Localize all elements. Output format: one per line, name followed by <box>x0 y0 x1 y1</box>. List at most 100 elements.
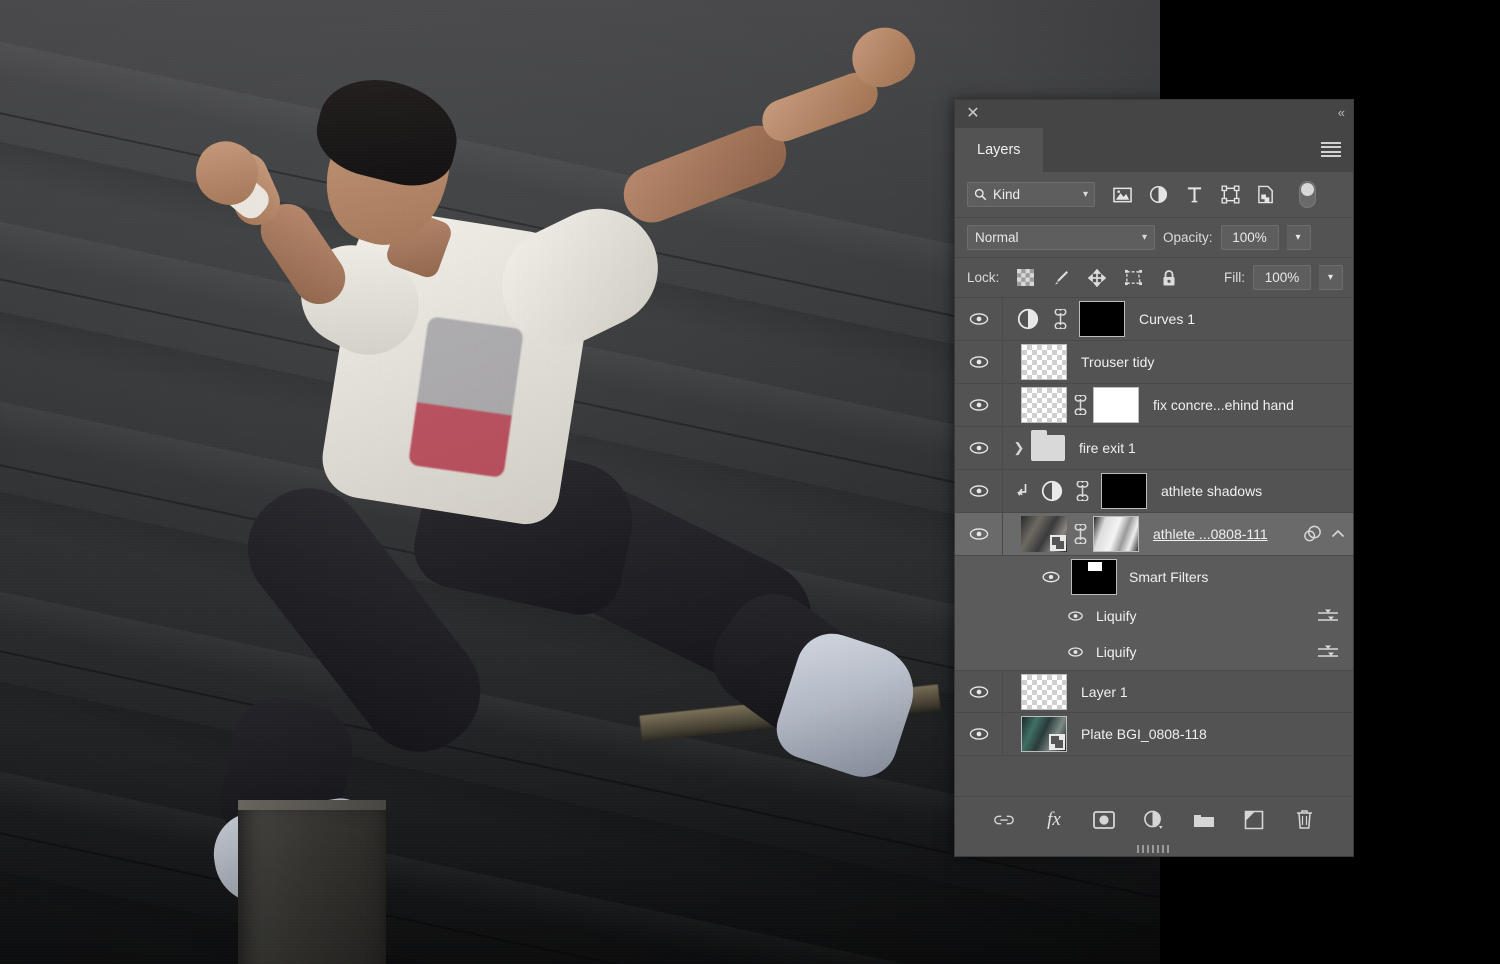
smart-filter-visibility-toggle[interactable] <box>1067 610 1084 622</box>
folder-icon <box>1031 430 1065 461</box>
filter-kind-select[interactable]: Kind ▾ <box>967 182 1095 207</box>
layer-style-fx-button[interactable]: fx <box>1042 808 1066 832</box>
eye-icon <box>1068 647 1083 657</box>
layer-name[interactable]: Layer 1 <box>1081 684 1128 700</box>
layer-thumbnail[interactable] <box>1021 344 1067 380</box>
link-mask-icon[interactable] <box>1073 481 1091 501</box>
blend-mode-value: Normal <box>975 230 1019 245</box>
smart-object-filter-icon[interactable] <box>1255 184 1277 206</box>
table-row[interactable]: ❯ fire exit 1 <box>955 427 1353 470</box>
layer-name[interactable]: athlete ...0808-111 <box>1153 526 1268 542</box>
pixel-layer-filter-icon[interactable] <box>1111 184 1133 206</box>
type-layer-filter-icon[interactable] <box>1183 184 1205 206</box>
panel-menu-icon[interactable] <box>1321 142 1341 157</box>
layer-thumbnail[interactable] <box>1021 387 1067 423</box>
smart-filter-visibility-toggle[interactable] <box>1067 646 1084 658</box>
table-row[interactable]: Trouser tidy <box>955 341 1353 384</box>
layer-name[interactable]: fix concre...ehind hand <box>1153 397 1294 413</box>
search-icon <box>974 188 987 201</box>
link-mask-icon[interactable] <box>1071 524 1089 544</box>
lock-bar: Lock: Fill: 100% ▾ <box>955 258 1353 298</box>
lock-transparent-pixels-icon[interactable] <box>1015 268 1035 288</box>
smart-filters-visibility-toggle[interactable] <box>1041 570 1061 584</box>
table-row[interactable]: athlete shadows <box>955 470 1353 513</box>
close-icon[interactable]: ✕ <box>963 104 983 124</box>
chevron-right-icon[interactable]: ❯ <box>1011 440 1027 456</box>
layer-visibility-toggle[interactable] <box>955 671 1003 712</box>
eye-icon <box>969 728 988 740</box>
new-adjustment-layer-button[interactable] <box>1142 808 1166 832</box>
layer-mask-thumbnail[interactable] <box>1101 473 1147 509</box>
adjustment-layer-icon <box>1017 308 1039 330</box>
table-row[interactable]: Plate BGI_0808-118 <box>955 713 1353 756</box>
smart-object-thumbnail[interactable] <box>1021 516 1067 552</box>
filter-enable-toggle[interactable] <box>1299 181 1316 208</box>
layer-name[interactable]: athlete shadows <box>1161 483 1262 499</box>
smart-filter-row[interactable]: Liquify <box>955 634 1353 670</box>
layer-thumbnail[interactable] <box>1021 673 1067 710</box>
blend-mode-select[interactable]: Normal ▾ <box>967 225 1155 250</box>
layer-name[interactable]: Curves 1 <box>1139 311 1195 327</box>
layer-name[interactable]: Trouser tidy <box>1081 354 1154 370</box>
lock-icon-group <box>1015 268 1179 288</box>
layers-panel[interactable]: ✕ « Layers Kind ▾ Normal ▾ Opacity: 100%… <box>955 100 1353 856</box>
chevron-down-icon: ▾ <box>1141 232 1147 243</box>
layer-visibility-toggle[interactable] <box>955 384 1003 426</box>
adjustment-layer-filter-icon[interactable] <box>1147 184 1169 206</box>
chevron-down-icon: ▾ <box>1082 189 1088 200</box>
blending-options-icon[interactable] <box>1317 644 1339 660</box>
layer-visibility-toggle[interactable] <box>955 713 1003 755</box>
layer-list[interactable]: Curves 1 Trouser tidy fix concre...ehind… <box>955 298 1353 796</box>
smart-filter-row[interactable]: Liquify <box>955 598 1353 634</box>
fill-stepper-icon[interactable]: ▾ <box>1319 265 1343 290</box>
smart-filter-mask-thumbnail[interactable] <box>1071 559 1117 595</box>
eye-icon <box>969 313 988 325</box>
eye-icon <box>1068 611 1083 621</box>
collapse-panel-icon[interactable]: « <box>1338 105 1345 120</box>
layer-name[interactable]: fire exit 1 <box>1079 440 1136 456</box>
blend-mode-bar: Normal ▾ Opacity: 100% ▾ <box>955 218 1353 258</box>
tab-layers[interactable]: Layers <box>955 128 1043 172</box>
smart-filters-row[interactable]: Smart Filters <box>955 556 1353 598</box>
table-row[interactable]: fix concre...ehind hand <box>955 384 1353 427</box>
collapse-chevron-icon[interactable] <box>1331 529 1345 539</box>
panel-tab-bar: Layers <box>955 128 1353 172</box>
layer-visibility-toggle[interactable] <box>955 427 1003 469</box>
smart-filters-icon[interactable] <box>1302 524 1323 544</box>
layer-mask-thumbnail[interactable] <box>1093 387 1139 423</box>
smart-object-thumbnail[interactable] <box>1021 716 1067 752</box>
layer-name[interactable]: Plate BGI_0808-118 <box>1081 726 1207 742</box>
add-layer-mask-button[interactable] <box>1092 808 1116 832</box>
table-row-selected[interactable]: athlete ...0808-111 <box>955 513 1353 556</box>
panel-resize-grip[interactable] <box>1137 845 1171 853</box>
link-layers-button[interactable] <box>992 808 1016 832</box>
delete-layer-button[interactable] <box>1292 808 1316 832</box>
opacity-stepper-icon[interactable]: ▾ <box>1286 225 1311 250</box>
link-mask-icon[interactable] <box>1051 309 1069 329</box>
layer-visibility-toggle[interactable] <box>955 513 1003 555</box>
opacity-label: Opacity: <box>1163 230 1213 245</box>
layer-mask-thumbnail[interactable] <box>1079 301 1125 337</box>
opacity-input[interactable]: 100% <box>1220 225 1279 250</box>
smart-filter-name[interactable]: Liquify <box>1096 644 1136 660</box>
lock-artboard-nesting-icon[interactable] <box>1123 268 1143 288</box>
lock-image-pixels-icon[interactable] <box>1051 268 1071 288</box>
link-mask-icon[interactable] <box>1071 395 1089 415</box>
lock-all-icon[interactable] <box>1159 268 1179 288</box>
blending-options-icon[interactable] <box>1317 608 1339 624</box>
table-row[interactable]: Layer 1 <box>955 670 1353 713</box>
shape-layer-filter-icon[interactable] <box>1219 184 1241 206</box>
new-layer-button[interactable] <box>1242 808 1266 832</box>
new-group-button[interactable] <box>1192 808 1216 832</box>
layer-visibility-toggle[interactable] <box>955 341 1003 383</box>
smart-object-badge-icon <box>1049 734 1065 750</box>
table-row[interactable]: Curves 1 <box>955 298 1353 341</box>
smart-filter-name[interactable]: Liquify <box>1096 608 1136 624</box>
fill-input[interactable]: 100% <box>1253 265 1311 290</box>
eye-icon <box>969 528 988 540</box>
layer-mask-thumbnail[interactable] <box>1093 516 1139 552</box>
panel-resize-grip-row <box>955 842 1353 856</box>
layer-visibility-toggle[interactable] <box>955 470 1003 512</box>
lock-position-icon[interactable] <box>1087 268 1107 288</box>
layer-visibility-toggle[interactable] <box>955 298 1003 340</box>
